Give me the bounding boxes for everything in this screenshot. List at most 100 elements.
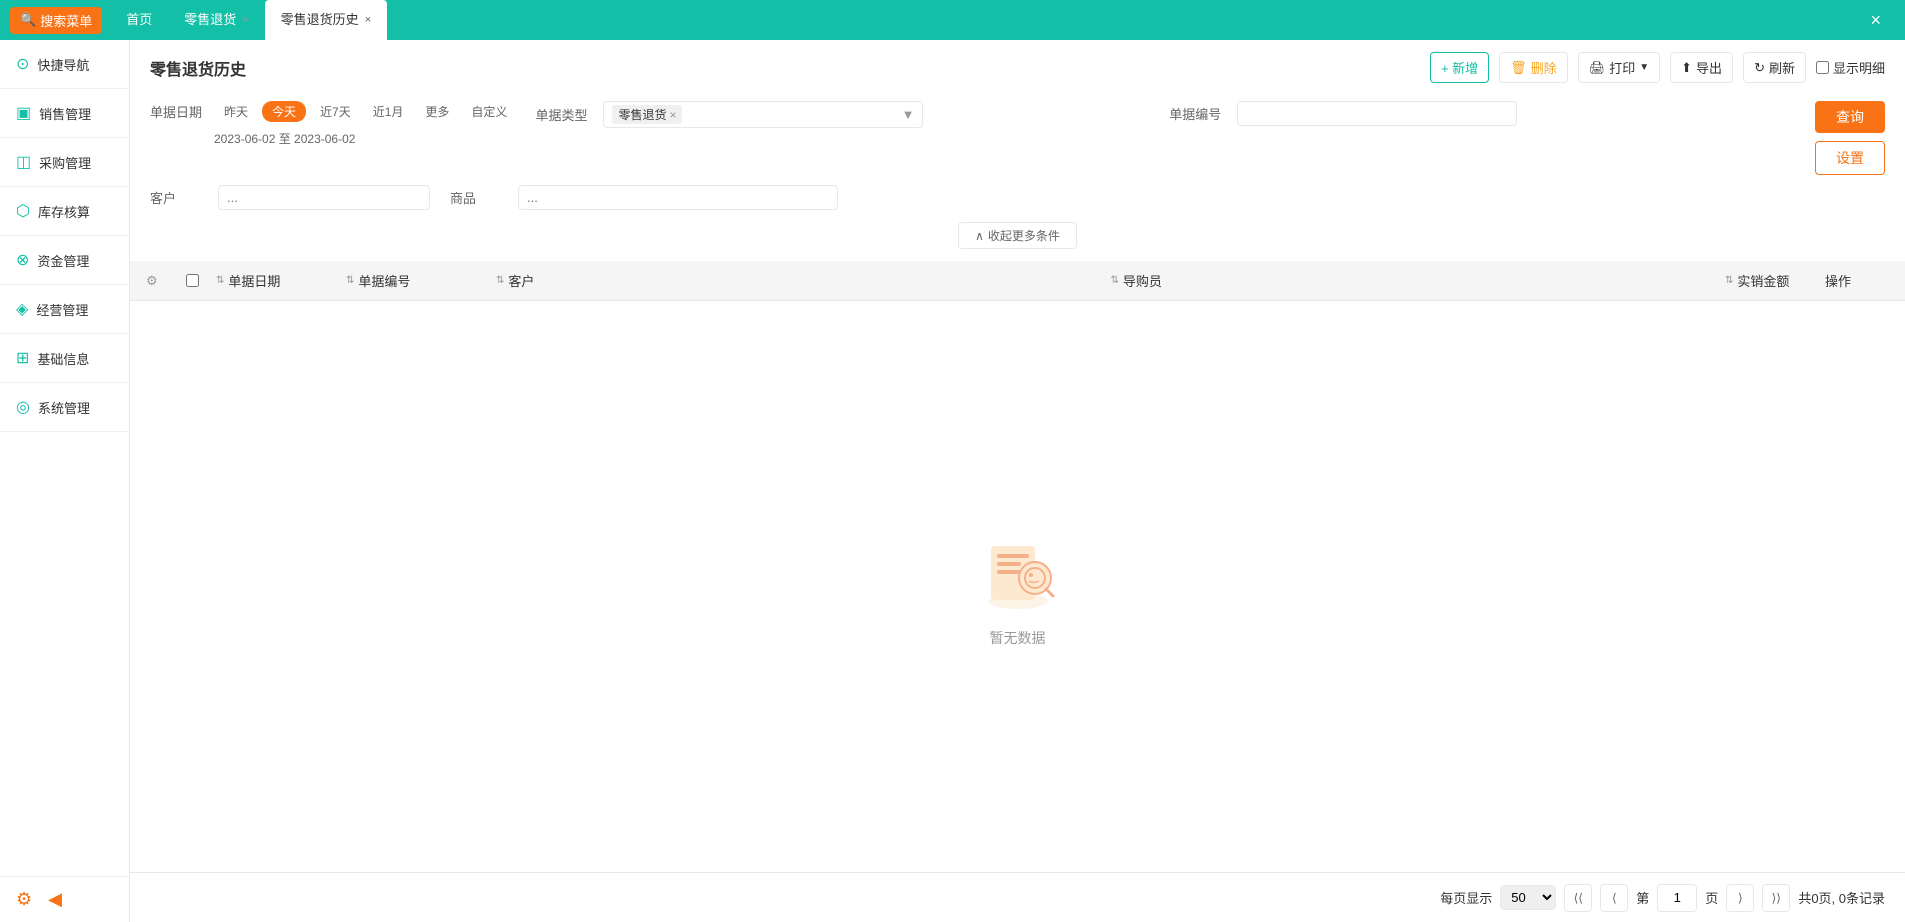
sidebar-item-inventory[interactable]: ⬡ 库存核算 xyxy=(0,187,129,236)
toolbar: + 新增 🗑 删除 🖨 打印 ▼ ⬆ 导出 xyxy=(1430,52,1885,83)
select-all-checkbox[interactable] xyxy=(186,274,199,287)
sidebar-item-purchase-mgmt-label: 采购管理 xyxy=(39,153,91,172)
show-detail-checkbox[interactable] xyxy=(1816,61,1829,74)
settings-button[interactable]: 设置 xyxy=(1815,141,1885,175)
first-page-button[interactable]: ⟨⟨ xyxy=(1564,884,1592,912)
sidebar-item-operations[interactable]: ◈ 经营管理 xyxy=(0,285,129,334)
th-guide-label: 导购员 xyxy=(1123,271,1162,290)
tab-retail-return-history[interactable]: 零售退货历史 × xyxy=(265,0,387,40)
th-doc-number[interactable]: ⇅ 单据编号 xyxy=(338,271,488,290)
filter-area: 单据日期 昨天 今天 近7天 近1月 更多 自定义 2023-06-02 至 2… xyxy=(150,93,1885,261)
customer-input[interactable] xyxy=(218,185,430,210)
sidebar-item-purchase-mgmt[interactable]: ◫ 采购管理 xyxy=(0,138,129,187)
search-menu-button[interactable]: 🔍 搜索菜单 xyxy=(10,7,102,34)
refresh-button[interactable]: ↻ 刷新 xyxy=(1743,52,1806,83)
th-customer-label: 客户 xyxy=(508,271,534,290)
th-ops: 操作 xyxy=(1817,271,1897,290)
tab-retail-return-history-label: 零售退货历史 xyxy=(281,0,359,40)
goods-input[interactable] xyxy=(518,185,838,210)
sort-icon-number: ⇅ xyxy=(346,275,354,286)
sort-icon-date: ⇅ xyxy=(216,275,224,286)
date-today-btn[interactable]: 今天 xyxy=(262,101,306,122)
th-doc-number-label: 单据编号 xyxy=(358,271,410,290)
th-doc-date[interactable]: ⇅ 单据日期 xyxy=(208,271,338,290)
doc-number-input[interactable] xyxy=(1237,101,1517,126)
new-button[interactable]: + 新增 xyxy=(1430,52,1489,83)
print-button[interactable]: 🖨 打印 ▼ xyxy=(1578,52,1660,83)
export-icon: ⬆ xyxy=(1681,60,1692,76)
sidebar-item-finance[interactable]: ⊗ 资金管理 xyxy=(0,236,129,285)
date-more-btn[interactable]: 更多 xyxy=(417,101,457,122)
last-page-button[interactable]: ⟩⟩ xyxy=(1762,884,1790,912)
date-custom-btn[interactable]: 自定义 xyxy=(463,101,515,122)
tab-home-label: 首页 xyxy=(126,0,152,40)
delete-icon: 🗑 xyxy=(1510,60,1527,76)
doc-date-label: 单据日期 xyxy=(150,102,210,121)
top-bar-right: × xyxy=(1862,10,1905,31)
current-page-input[interactable] xyxy=(1657,884,1697,912)
th-amount-label: 实销金额 xyxy=(1737,271,1789,290)
customer-label: 客户 xyxy=(150,188,210,207)
tab-retail-return-close[interactable]: × xyxy=(242,0,248,40)
th-amount[interactable]: ⇅ 实销金额 xyxy=(1717,271,1817,290)
delete-label: 删除 xyxy=(1531,58,1557,77)
page-size-select[interactable]: 10 20 50 100 xyxy=(1500,885,1556,910)
search-icon: 🔍 xyxy=(20,12,36,28)
sidebar-item-operations-label: 经营管理 xyxy=(36,300,88,319)
sidebar-item-sys-mgmt-label: 系统管理 xyxy=(38,398,90,417)
goods-label: 商品 xyxy=(450,188,510,207)
prev-page-button[interactable]: ⟨ xyxy=(1600,884,1628,912)
doc-type-remove-btn[interactable]: × xyxy=(669,108,676,122)
th-guide[interactable]: ⇅ 导购员 xyxy=(1103,271,1718,290)
sort-icon-customer: ⇅ xyxy=(496,275,504,286)
collapse-filters-button[interactable]: ∧ 收起更多条件 xyxy=(958,222,1077,249)
export-button[interactable]: ⬆ 导出 xyxy=(1670,52,1733,83)
date-range-text: 2023-06-02 至 2023-06-02 xyxy=(214,130,355,147)
quick-nav-icon: ⊙ xyxy=(16,54,29,74)
query-label: 查询 xyxy=(1836,109,1864,125)
settings-bottom-icon[interactable]: ⚙ xyxy=(16,889,32,910)
date-yesterday-btn[interactable]: 昨天 xyxy=(216,101,256,122)
purchase-mgmt-icon: ◫ xyxy=(16,152,31,172)
tab-retail-return-history-close[interactable]: × xyxy=(365,0,371,40)
sales-mgmt-icon: ▣ xyxy=(16,103,31,123)
page-unit: 页 xyxy=(1705,888,1718,907)
show-detail-label: 显示明细 xyxy=(1816,58,1885,77)
tab-home[interactable]: 首页 xyxy=(110,0,168,40)
next-page-button[interactable]: ⟩ xyxy=(1726,884,1754,912)
sidebar-item-quick-nav[interactable]: ⊙ 快捷导航 xyxy=(0,40,129,89)
sidebar-item-finance-label: 资金管理 xyxy=(37,251,89,270)
doc-number-label: 单据编号 xyxy=(1169,104,1229,123)
pagination: 每页显示 10 20 50 100 ⟨⟨ ⟨ 第 页 ⟩ ⟩⟩ 共0页, 0条记… xyxy=(130,872,1905,922)
th-checkbox[interactable] xyxy=(178,274,208,287)
query-button[interactable]: 查询 xyxy=(1815,101,1885,133)
search-menu-label: 搜索菜单 xyxy=(40,11,92,30)
doc-type-select[interactable]: 零售退货 × ▼ xyxy=(603,101,923,128)
finance-icon: ⊗ xyxy=(16,250,29,270)
basic-info-icon: ⊞ xyxy=(16,348,29,368)
sidebar-bottom: ⚙ ◀ xyxy=(0,876,129,922)
sidebar-item-quick-nav-label: 快捷导航 xyxy=(37,55,89,74)
th-customer[interactable]: ⇅ 客户 xyxy=(488,271,1103,290)
collapse-label: 收起更多条件 xyxy=(988,227,1060,244)
date-7days-btn[interactable]: 近7天 xyxy=(312,101,359,122)
table-body: 暂无数据 xyxy=(130,301,1905,872)
sidebar: ⊙ 快捷导航 ▣ 销售管理 ◫ 采购管理 ⬡ 库存核算 ⊗ 资金管理 ◈ 经营管… xyxy=(0,40,130,922)
tab-retail-return[interactable]: 零售退货 × xyxy=(168,0,264,40)
th-settings[interactable]: ⚙ xyxy=(138,273,178,289)
refresh-label: 刷新 xyxy=(1769,58,1795,77)
sidebar-item-sys-mgmt[interactable]: ◎ 系统管理 xyxy=(0,383,129,432)
page-title: 零售退货历史 xyxy=(150,56,246,80)
page-size-label: 每页显示 xyxy=(1440,888,1492,907)
window-close-button[interactable]: × xyxy=(1862,10,1889,31)
delete-button[interactable]: 🗑 删除 xyxy=(1499,52,1568,83)
sidebar-item-sales-mgmt[interactable]: ▣ 销售管理 xyxy=(0,89,129,138)
sidebar-item-basic-info[interactable]: ⊞ 基础信息 xyxy=(0,334,129,383)
print-dropdown-icon: ▼ xyxy=(1639,62,1649,73)
date-1month-btn[interactable]: 近1月 xyxy=(365,101,412,122)
th-ops-label: 操作 xyxy=(1825,271,1851,290)
tab-retail-return-label: 零售退货 xyxy=(184,0,236,40)
main-layout: ⊙ 快捷导航 ▣ 销售管理 ◫ 采购管理 ⬡ 库存核算 ⊗ 资金管理 ◈ 经营管… xyxy=(0,40,1905,922)
sidebar-item-basic-info-label: 基础信息 xyxy=(37,349,89,368)
collapse-sidebar-icon[interactable]: ◀ xyxy=(48,889,62,910)
